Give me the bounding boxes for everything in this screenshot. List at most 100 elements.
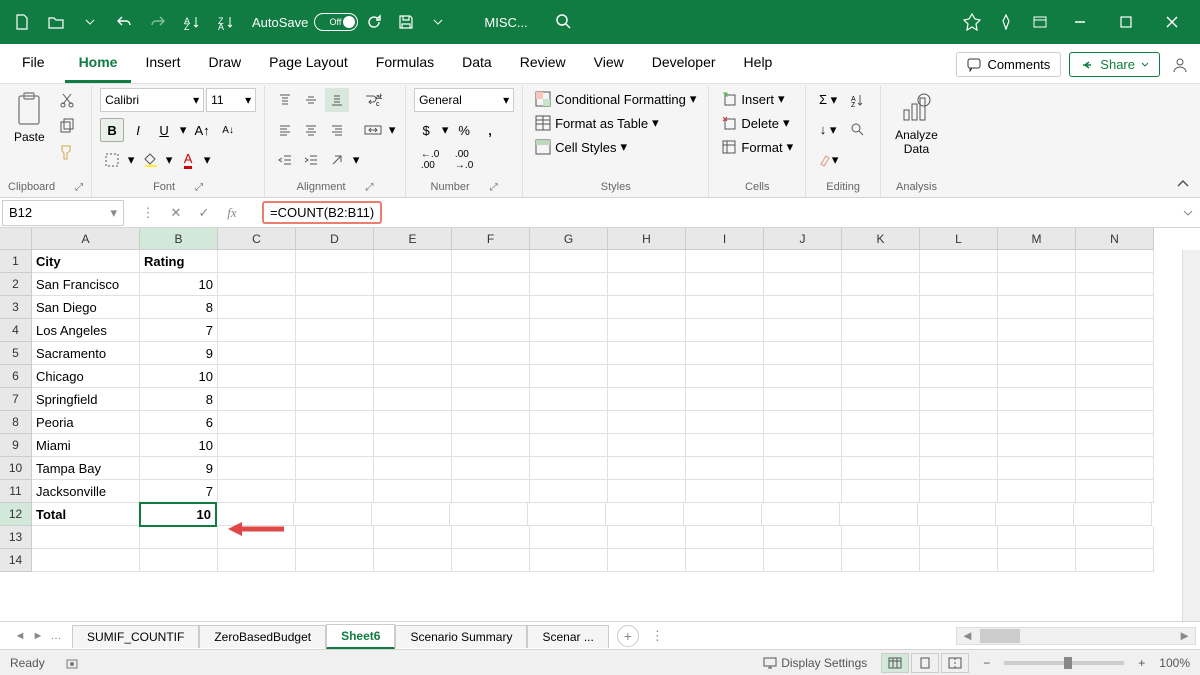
undo-icon[interactable] [108, 6, 140, 38]
merge-dropdown[interactable]: ▾ [387, 118, 397, 142]
wrap-text-icon[interactable]: abc [361, 88, 385, 112]
horizontal-scrollbar[interactable]: ◄ ► [956, 627, 1196, 645]
clipboard-launcher-icon[interactable]: ⤢ [75, 182, 83, 193]
open-file-icon[interactable] [40, 6, 72, 38]
clear-icon[interactable]: ▾ [814, 148, 842, 172]
row-header[interactable]: 6 [0, 365, 32, 388]
row-header[interactable]: 7 [0, 388, 32, 411]
comments-button[interactable]: Comments [956, 52, 1061, 77]
orientation-icon[interactable] [325, 148, 349, 172]
cell[interactable]: City [32, 250, 140, 273]
sort-asc-icon[interactable]: AZ [176, 6, 208, 38]
refresh-icon[interactable] [358, 6, 390, 38]
row-header[interactable]: 12 [0, 503, 32, 526]
enter-formula-icon[interactable]: ✓ [194, 203, 214, 223]
collapse-ribbon-icon[interactable] [1166, 171, 1200, 197]
sheet-tab[interactable]: Scenario Summary [395, 625, 527, 648]
zoom-slider[interactable] [1004, 661, 1124, 665]
align-bottom-icon[interactable] [325, 88, 349, 112]
underline-button[interactable]: U [152, 118, 176, 142]
insert-function-icon[interactable]: fx [222, 203, 242, 223]
maximize-button[interactable] [1104, 0, 1148, 44]
decrease-font-icon[interactable]: A↓ [216, 118, 240, 142]
tab-page-layout[interactable]: Page Layout [255, 44, 362, 83]
col-header-F[interactable]: F [452, 228, 530, 250]
sheet-tab-active[interactable]: Sheet6 [326, 624, 395, 649]
cut-icon[interactable] [55, 88, 79, 112]
cell[interactable]: Rating [140, 250, 218, 273]
fill-color-icon[interactable] [138, 148, 162, 172]
align-right-icon[interactable] [325, 118, 349, 142]
zoom-out-button[interactable]: − [983, 656, 990, 670]
cell[interactable]: Springfield [32, 388, 140, 411]
sheet-nav-more-icon[interactable]: … [48, 628, 64, 644]
cell[interactable]: 10 [140, 434, 218, 457]
tab-data[interactable]: Data [448, 44, 506, 83]
cell[interactable]: Miami [32, 434, 140, 457]
tab-help[interactable]: Help [730, 44, 787, 83]
format-cells-button[interactable]: Format▾ [717, 136, 797, 158]
decrease-decimal-icon[interactable]: .00→.0 [448, 148, 480, 172]
row-header[interactable]: 2 [0, 273, 32, 296]
insert-cells-button[interactable]: Insert▾ [717, 88, 797, 110]
redo-icon[interactable] [142, 6, 174, 38]
tab-view[interactable]: View [580, 44, 638, 83]
autosum-icon[interactable]: Σ ▾ [814, 88, 842, 112]
cell[interactable]: 6 [140, 411, 218, 434]
new-file-icon[interactable] [6, 6, 38, 38]
fill-dropdown[interactable]: ▾ [164, 148, 174, 172]
col-header-E[interactable]: E [374, 228, 452, 250]
borders-dropdown[interactable]: ▾ [126, 148, 136, 172]
row-header[interactable]: 3 [0, 296, 32, 319]
cell[interactable]: Peoria [32, 411, 140, 434]
col-header-I[interactable]: I [686, 228, 764, 250]
zoom-level[interactable]: 100% [1159, 656, 1190, 670]
formula-options-icon[interactable]: ⋮ [138, 203, 158, 223]
autosave-toggle[interactable]: Off [314, 13, 358, 31]
cell[interactable]: San Diego [32, 296, 140, 319]
sheet-tab[interactable]: SUMIF_COUNTIF [72, 625, 199, 648]
select-all-corner[interactable] [0, 228, 32, 250]
font-size-combo[interactable]: 11▾ [206, 88, 256, 112]
qat-more-icon[interactable] [422, 6, 454, 38]
cell[interactable]: 8 [140, 296, 218, 319]
cell[interactable]: Total [32, 503, 140, 526]
selected-cell[interactable]: 10 [139, 502, 217, 527]
tab-review[interactable]: Review [506, 44, 580, 83]
share-button[interactable]: Share [1069, 52, 1160, 77]
cell[interactable]: Sacramento [32, 342, 140, 365]
cell[interactable]: 7 [140, 319, 218, 342]
new-sheet-button[interactable]: + [617, 625, 639, 647]
sort-desc-icon[interactable]: ZA [210, 6, 242, 38]
cell[interactable]: 8 [140, 388, 218, 411]
currency-dropdown[interactable]: ▾ [440, 118, 450, 142]
cell[interactable]: 10 [140, 273, 218, 296]
row-header[interactable]: 1 [0, 250, 32, 273]
bold-button[interactable]: B [100, 118, 124, 142]
search-box[interactable] [548, 9, 708, 35]
copy-icon[interactable] [55, 114, 79, 138]
font-color-dropdown[interactable]: ▾ [202, 148, 212, 172]
cell-styles-button[interactable]: Cell Styles▾ [531, 136, 700, 158]
underline-dropdown-icon[interactable]: ▾ [178, 118, 188, 142]
cell[interactable]: 9 [140, 342, 218, 365]
align-center-icon[interactable] [299, 118, 323, 142]
increase-indent-icon[interactable] [299, 148, 323, 172]
premium-icon[interactable] [956, 6, 988, 38]
col-header-B[interactable]: B [140, 228, 218, 250]
cell[interactable]: Los Angeles [32, 319, 140, 342]
alignment-launcher-icon[interactable]: ⤢ [366, 182, 374, 193]
vertical-scrollbar[interactable] [1182, 250, 1200, 621]
number-format-combo[interactable]: General▾ [414, 88, 514, 112]
percent-icon[interactable]: % [452, 118, 476, 142]
tab-file[interactable]: File [8, 44, 59, 83]
view-normal-icon[interactable] [881, 653, 909, 673]
account-icon[interactable] [1168, 53, 1192, 77]
align-left-icon[interactable] [273, 118, 297, 142]
row-header[interactable]: 8 [0, 411, 32, 434]
format-as-table-button[interactable]: Format as Table▾ [531, 112, 700, 134]
row-header[interactable]: 9 [0, 434, 32, 457]
decrease-indent-icon[interactable] [273, 148, 297, 172]
font-color-icon[interactable]: A [176, 148, 200, 172]
tab-formulas[interactable]: Formulas [362, 44, 448, 83]
